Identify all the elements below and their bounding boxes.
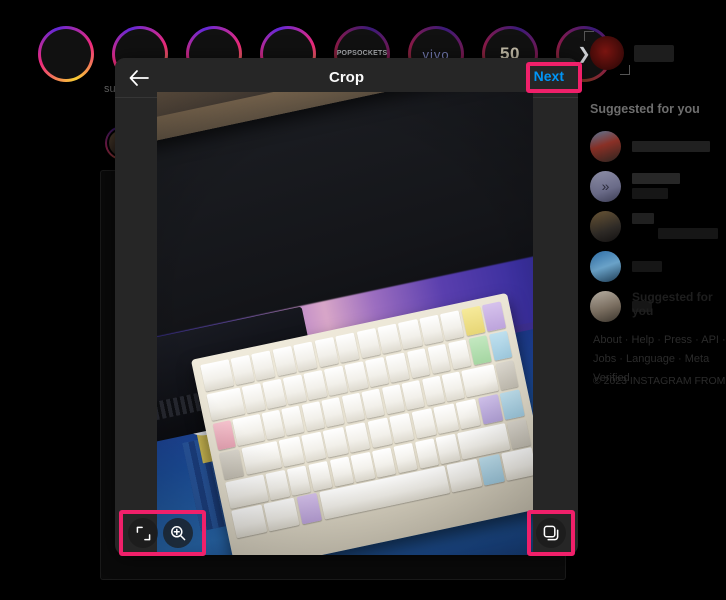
list-item[interactable] — [590, 246, 726, 286]
crop-photo-area[interactable] — [157, 92, 533, 555]
username-redacted — [634, 44, 674, 62]
suggestion-name-redacted — [632, 260, 662, 272]
footer-sep: · — [674, 353, 685, 365]
suggested-heading-ghost: Suggested for you — [632, 290, 713, 318]
story-item[interactable] — [38, 26, 94, 82]
feed-partial-text: su — [104, 83, 116, 95]
footer-sep: · — [654, 334, 664, 346]
copyright-text: © 2023 INSTAGRAM FROM ME — [593, 375, 726, 387]
screen-root: POPSOCKETS vivo 50 ❯ su Suggested for yo… — [0, 0, 726, 600]
list-item[interactable] — [590, 126, 726, 166]
footer-link-language[interactable]: Language — [626, 353, 675, 365]
footer-sep: · — [616, 353, 627, 365]
avatar[interactable] — [584, 31, 630, 75]
suggestion-name-redacted — [632, 173, 680, 199]
footer-link-api[interactable]: API — [701, 334, 719, 346]
current-user-row[interactable] — [584, 30, 726, 76]
multi-select-gallery-icon[interactable] — [536, 518, 566, 548]
photo-image — [157, 92, 533, 555]
footer-sep: · — [718, 334, 726, 346]
avatar[interactable] — [590, 250, 621, 282]
list-item[interactable] — [590, 206, 726, 246]
avatar[interactable] — [590, 130, 621, 162]
suggestion-name-redacted — [632, 213, 718, 239]
suggestion-name-redacted — [632, 140, 710, 152]
footer-link-help[interactable]: Help — [632, 334, 655, 346]
footer-link-about[interactable]: About — [593, 334, 622, 346]
chevrons-down-icon: » — [601, 178, 610, 194]
footer-sep: · — [692, 334, 702, 346]
footer-link-press[interactable]: Press — [664, 334, 692, 346]
expand-crop-icon[interactable] — [128, 518, 158, 548]
page-title: Crop — [329, 69, 364, 86]
list-item[interactable]: » — [590, 166, 726, 206]
right-sidebar: Suggested for you » — [584, 30, 726, 326]
footer-link-jobs[interactable]: Jobs — [593, 353, 616, 365]
avatar[interactable] — [590, 290, 621, 322]
zoom-in-magnifier-icon[interactable] — [163, 518, 193, 548]
next-button[interactable]: Next — [534, 68, 564, 84]
avatar[interactable] — [590, 210, 621, 242]
back-arrow-icon[interactable] — [127, 67, 151, 89]
footer-sep: · — [621, 334, 632, 346]
suggested-heading: Suggested for you — [590, 102, 700, 116]
avatar[interactable]: » — [590, 170, 621, 202]
